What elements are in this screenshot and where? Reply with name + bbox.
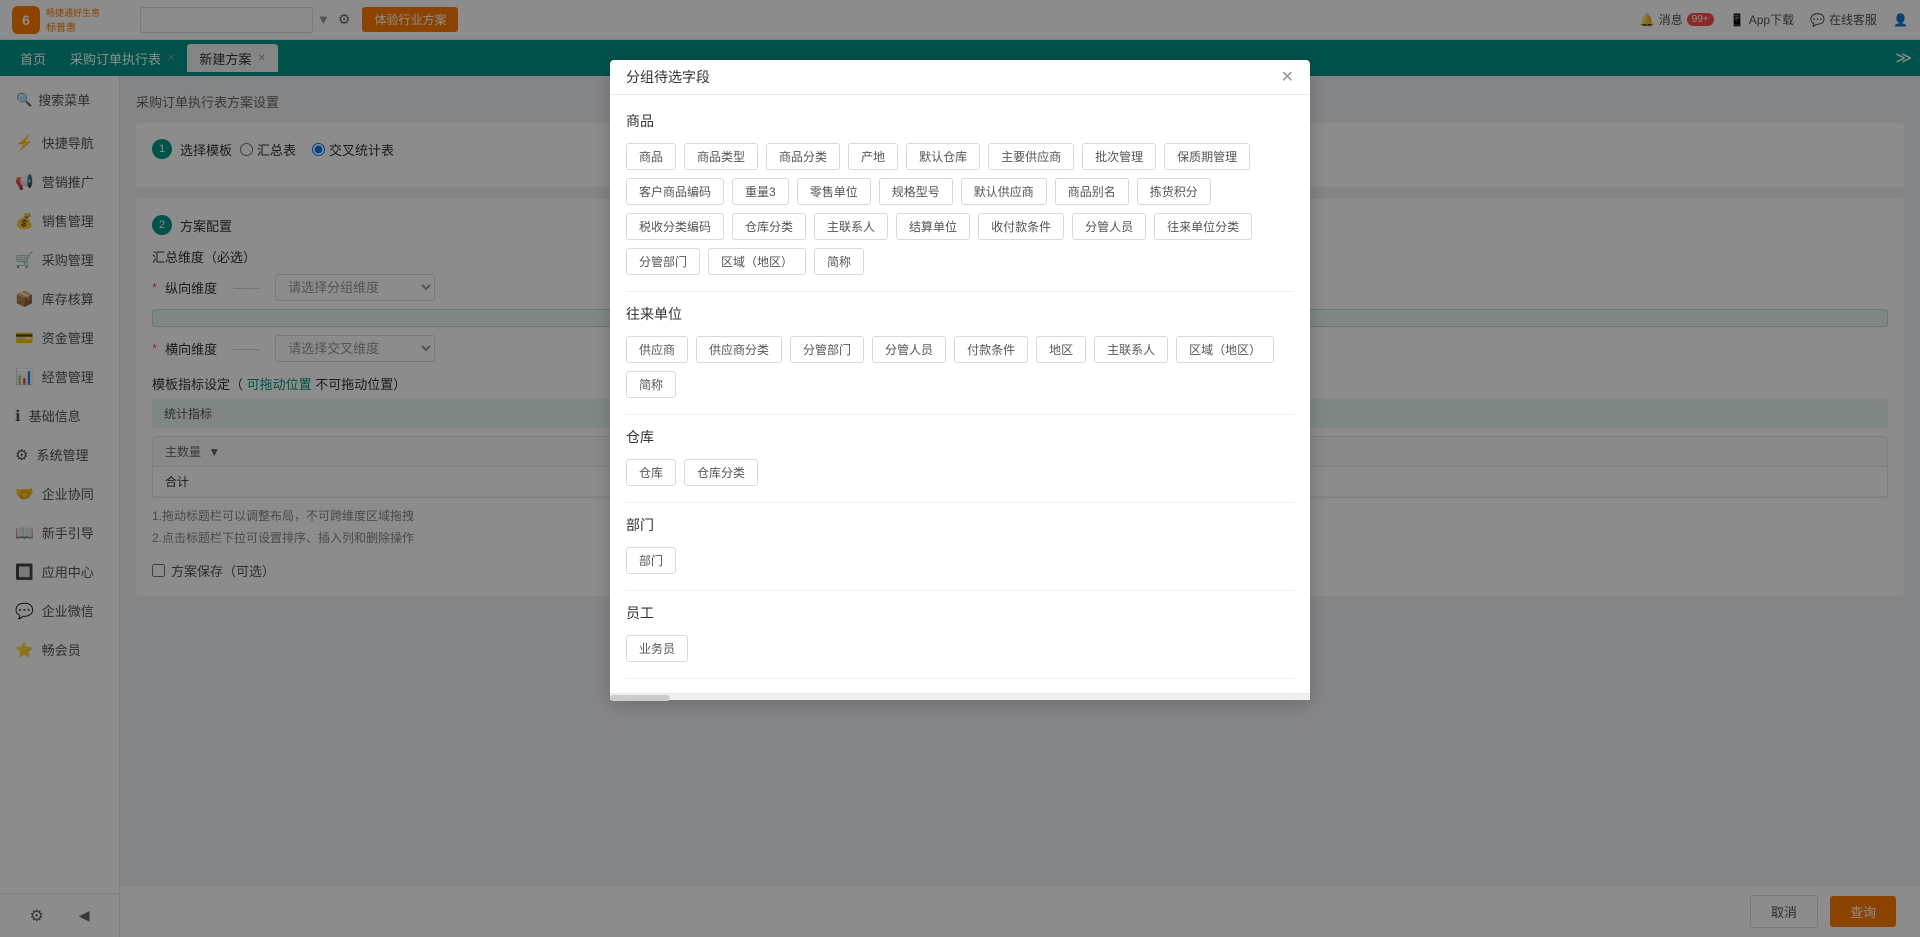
field-chip[interactable]: 简称	[814, 248, 864, 275]
partners-fields: 供应商供应商分类分管部门分管人员付款条件地区主联系人区域（地区） 简称	[626, 336, 1294, 398]
field-chip[interactable]: 重量3	[732, 178, 789, 205]
section-title-dept: 部门	[626, 515, 1294, 535]
employee-fields: 业务员	[626, 635, 1294, 662]
field-chip[interactable]: 拣货积分	[1137, 178, 1211, 205]
field-chip[interactable]: 规格型号	[879, 178, 953, 205]
field-chip[interactable]: 分管人员	[1072, 213, 1146, 240]
field-chip[interactable]: 默认仓库	[906, 143, 980, 170]
field-chip[interactable]: 收付款条件	[978, 213, 1064, 240]
modal-overlay: 分组待选字段 ✕ 商品 商品商品类型商品分类产地默认仓库主要供应商批次管理保质期…	[0, 0, 1920, 937]
field-chip[interactable]: 供应商分类	[696, 336, 782, 363]
field-chip[interactable]: 默认供应商	[961, 178, 1047, 205]
field-chip[interactable]: 产地	[848, 143, 898, 170]
field-chip[interactable]: 商品分类	[766, 143, 840, 170]
field-chip[interactable]: 仓库分类	[732, 213, 806, 240]
field-chip[interactable]: 地区	[1036, 336, 1086, 363]
field-chip[interactable]: 主要供应商	[988, 143, 1074, 170]
field-chip[interactable]: 区域（地区）	[1176, 336, 1274, 363]
field-chip[interactable]: 简称	[626, 371, 676, 398]
field-chip[interactable]: 税收分类编码	[626, 213, 724, 240]
field-chip[interactable]: 商品类型	[684, 143, 758, 170]
field-chip[interactable]: 仓库	[626, 459, 676, 486]
section-title-product: 商品	[626, 111, 1294, 131]
section-title-partners: 往来单位	[626, 304, 1294, 324]
modal: 分组待选字段 ✕ 商品 商品商品类型商品分类产地默认仓库主要供应商批次管理保质期…	[610, 60, 1310, 700]
modal-title: 分组待选字段	[626, 67, 710, 87]
field-chip[interactable]: 批次管理	[1082, 143, 1156, 170]
field-chip[interactable]: 供应商	[626, 336, 688, 363]
modal-close-button[interactable]: ✕	[1281, 67, 1294, 87]
field-chip[interactable]: 往来单位分类	[1154, 213, 1252, 240]
field-chip[interactable]: 部门	[626, 547, 676, 574]
section-title-warehouse: 仓库	[626, 427, 1294, 447]
field-chip[interactable]: 区域（地区）	[708, 248, 806, 275]
field-chip[interactable]: 分管人员	[872, 336, 946, 363]
field-chip[interactable]: 付款条件	[954, 336, 1028, 363]
field-chip[interactable]: 业务员	[626, 635, 688, 662]
field-chip[interactable]: 仓库分类	[684, 459, 758, 486]
modal-body: 商品 商品商品类型商品分类产地默认仓库主要供应商批次管理保质期管理客户商品编码重…	[610, 95, 1310, 693]
field-chip[interactable]: 主联系人	[814, 213, 888, 240]
modal-header: 分组待选字段 ✕	[610, 60, 1310, 95]
field-chip[interactable]: 分管部门	[626, 248, 700, 275]
field-chip[interactable]: 分管部门	[790, 336, 864, 363]
field-chip[interactable]: 主联系人	[1094, 336, 1168, 363]
field-chip[interactable]: 商品	[626, 143, 676, 170]
modal-scrollbar-x[interactable]	[610, 693, 1310, 700]
field-chip[interactable]: 客户商品编码	[626, 178, 724, 205]
field-chip[interactable]: 保质期管理	[1164, 143, 1250, 170]
section-title-employee: 员工	[626, 603, 1294, 623]
field-chip[interactable]: 商品别名	[1055, 178, 1129, 205]
field-chip[interactable]: 结算单位	[896, 213, 970, 240]
warehouse-fields: 仓库仓库分类	[626, 459, 1294, 486]
field-chip[interactable]: 零售单位	[797, 178, 871, 205]
modal-scrollbar-thumb	[610, 695, 670, 701]
product-fields: 商品商品类型商品分类产地默认仓库主要供应商批次管理保质期管理客户商品编码重量3 零…	[626, 143, 1294, 275]
dept-fields: 部门	[626, 547, 1294, 574]
